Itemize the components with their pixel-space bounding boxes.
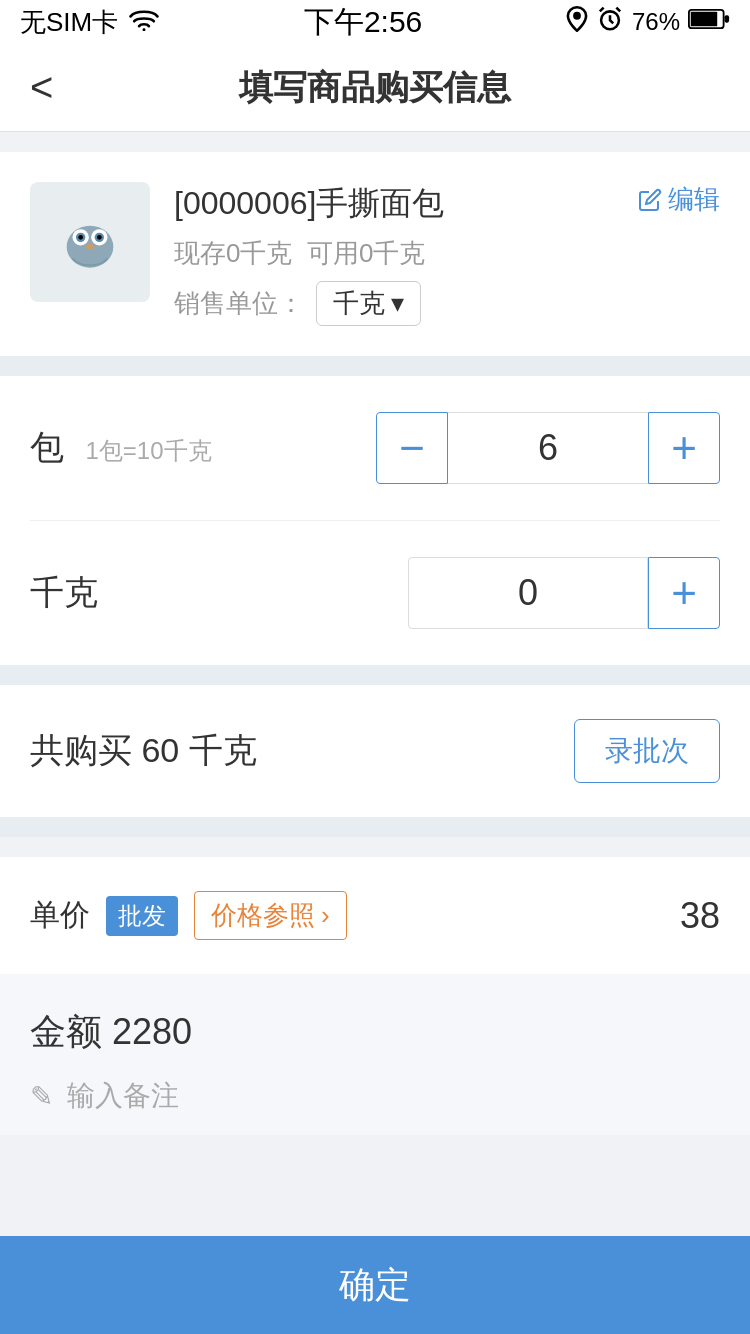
status-bar: 无SIM卡 下午2:56 <box>0 0 750 44</box>
section-divider-1 <box>0 356 750 376</box>
svg-point-11 <box>78 235 83 240</box>
wifi-icon <box>128 7 160 38</box>
price-ref-button[interactable]: 价格参照 › <box>194 891 347 940</box>
product-unit-row: 销售单位： 千克 ▾ <box>174 281 720 326</box>
carrier-text: 无SIM卡 <box>20 5 118 40</box>
package-hint: 1包=10千克 <box>85 437 211 464</box>
svg-point-12 <box>97 235 102 240</box>
batch-button[interactable]: 录批次 <box>574 719 720 783</box>
package-controls: − + <box>376 412 720 484</box>
unit-select[interactable]: 千克 ▾ <box>316 281 421 326</box>
section-divider-3 <box>0 817 750 837</box>
kilogram-quantity-input[interactable] <box>408 557 648 629</box>
svg-point-0 <box>143 28 146 31</box>
amount-row: 金额 2280 <box>30 1008 720 1057</box>
quantity-section: 包 1包=10千克 − + 千克 + <box>0 376 750 665</box>
price-label: 单价 <box>30 895 90 936</box>
svg-point-13 <box>85 244 94 250</box>
section-divider-2 <box>0 665 750 685</box>
back-button[interactable]: < <box>30 65 53 110</box>
battery-icon <box>688 8 730 36</box>
confirm-button[interactable]: 确定 <box>0 1236 750 1334</box>
summary-text: 共购买 60 千克 <box>30 728 257 774</box>
location-icon <box>566 6 588 38</box>
package-row: 包 1包=10千克 − + <box>30 376 720 521</box>
status-left: 无SIM卡 <box>20 5 160 40</box>
status-right: 76% <box>566 5 730 39</box>
package-minus-button[interactable]: − <box>376 412 448 484</box>
remark-label: 输入备注 <box>67 1077 179 1115</box>
remark-row[interactable]: ✎ 输入备注 <box>30 1077 720 1115</box>
package-label: 包 1包=10千克 <box>30 425 376 471</box>
remark-icon: ✎ <box>30 1080 53 1113</box>
edit-button[interactable]: 编辑 <box>638 182 720 217</box>
package-quantity-input[interactable] <box>448 412 648 484</box>
nav-bar: < 填写商品购买信息 <box>0 44 750 132</box>
kilogram-controls: + <box>408 557 720 629</box>
price-tag: 批发 <box>106 896 178 936</box>
battery-text: 76% <box>632 8 680 36</box>
price-value: 38 <box>680 895 720 937</box>
svg-rect-5 <box>725 15 730 22</box>
product-stock: 现存0千克 可用0千克 <box>174 236 720 271</box>
svg-rect-4 <box>691 12 717 27</box>
svg-point-1 <box>574 13 579 18</box>
unit-dropdown-icon: ▾ <box>391 288 404 319</box>
page-title: 填写商品购买信息 <box>239 65 511 111</box>
product-card: [0000006]手撕面包 现存0千克 可用0千克 销售单位： 千克 ▾ 编辑 <box>0 152 750 356</box>
price-ref-arrow: › <box>321 900 330 931</box>
kilogram-row: 千克 + <box>30 521 720 665</box>
summary-section: 共购买 60 千克 录批次 <box>0 685 750 817</box>
amount-section: 金额 2280 ✎ 输入备注 <box>0 974 750 1135</box>
alarm-icon <box>596 5 624 39</box>
price-section: 单价 批发 价格参照 › 38 <box>0 857 750 974</box>
kilogram-label: 千克 <box>30 570 408 616</box>
status-time: 下午2:56 <box>304 2 422 43</box>
kilogram-plus-button[interactable]: + <box>648 557 720 629</box>
package-plus-button[interactable]: + <box>648 412 720 484</box>
product-image <box>30 182 150 302</box>
